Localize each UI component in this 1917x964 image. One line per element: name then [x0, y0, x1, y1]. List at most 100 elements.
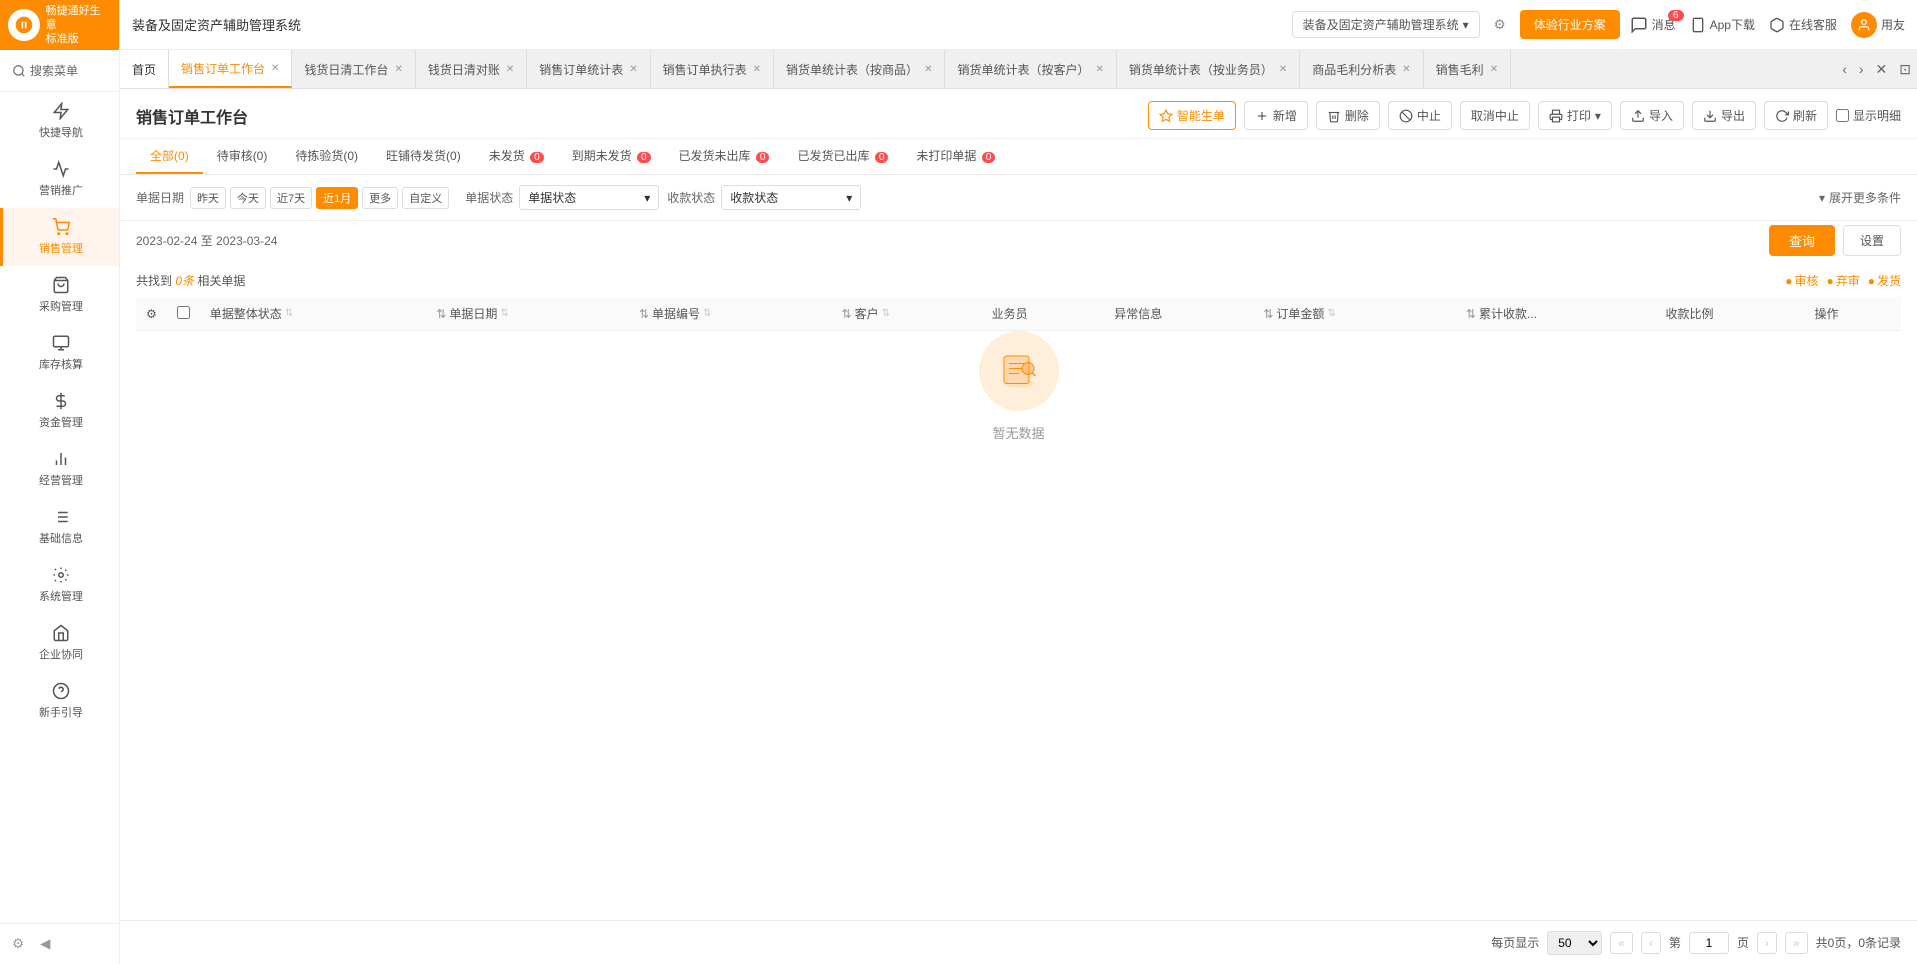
date-yesterday-btn[interactable]: 昨天 [190, 187, 226, 209]
col-collected-sort-icon[interactable]: ⇅ [1466, 307, 1476, 321]
col-customer-sort-icon[interactable]: ⇅ [842, 307, 852, 321]
tab-sales-stats[interactable]: 销售订单统计表 ✕ [527, 50, 650, 88]
print-button[interactable]: 打印 ▾ [1538, 101, 1612, 130]
tab-cash-reconcile-close[interactable]: ✕ [506, 64, 514, 75]
table-checkbox-header[interactable] [167, 297, 200, 331]
date-today-btn[interactable]: 今天 [230, 187, 266, 209]
smart-generate-button[interactable]: 智能生单 [1148, 101, 1236, 130]
sidebar-item-purchase[interactable]: 采购管理 [0, 266, 119, 324]
solution-button[interactable]: 体验行业方案 [1520, 10, 1620, 39]
prev-page-button[interactable]: ‹ [1641, 932, 1661, 954]
first-page-button[interactable]: « [1610, 932, 1633, 954]
page-number-input[interactable] [1689, 932, 1729, 954]
export-button[interactable]: 导出 [1692, 101, 1756, 130]
tab-sales-summary-customer-close[interactable]: ✕ [1095, 64, 1103, 75]
subtab-unprinted[interactable]: 未打印单据 0 [902, 139, 1009, 174]
col-customer-sort[interactable]: ⇅ [882, 308, 890, 319]
col-number-sort-icon[interactable]: ⇅ [639, 307, 649, 321]
tab-sales-summary-staff-close[interactable]: ✕ [1279, 64, 1287, 75]
subtab-shipped-not-out[interactable]: 已发货未出库 0 [665, 139, 784, 174]
add-button[interactable]: 新增 [1244, 101, 1308, 130]
col-date-sort-icon[interactable]: ⇅ [436, 307, 446, 321]
sidebar-item-enterprise[interactable]: 企业协同 [0, 614, 119, 672]
tab-product-margin-close[interactable]: ✕ [1402, 64, 1410, 75]
tab-product-margin[interactable]: 商品毛利分析表 ✕ [1300, 50, 1423, 88]
subtab-all[interactable]: 全部(0) [136, 139, 203, 174]
expand-filter-button[interactable]: ▾ 展开更多条件 [1819, 189, 1901, 206]
select-all-checkbox[interactable] [177, 306, 190, 319]
tab-menu-button[interactable]: ⊡ [1893, 57, 1917, 82]
sidebar-item-basic[interactable]: 基础信息 [0, 498, 119, 556]
user-menu-button[interactable]: 用友 [1851, 12, 1905, 38]
refresh-button[interactable]: 刷新 [1764, 101, 1828, 130]
subtab-unshipped[interactable]: 未发货 0 [475, 139, 558, 174]
col-date-sort[interactable]: ⇅ [500, 308, 508, 319]
date-1month-btn[interactable]: 近1月 [316, 187, 358, 209]
table-settings-header[interactable]: ⚙ [136, 297, 167, 331]
tab-prev-button[interactable]: ‹ [1836, 57, 1853, 81]
tab-close-all-button[interactable]: ✕ [1870, 57, 1894, 82]
last-page-button[interactable]: » [1785, 932, 1808, 954]
stop-button[interactable]: 中止 [1388, 101, 1452, 130]
sidebar-item-inventory[interactable]: 库存核算 [0, 324, 119, 382]
sidebar-item-operations[interactable]: 经营管理 [0, 440, 119, 498]
sidebar-item-marketing[interactable]: 营销推广 [0, 150, 119, 208]
tab-sales-gross[interactable]: 销售毛利 ✕ [1424, 50, 1511, 88]
online-service-button[interactable]: 在线客服 [1769, 16, 1837, 33]
tab-sales-summary-staff[interactable]: 销货单统计表（按业务员） ✕ [1117, 50, 1300, 88]
sidebar-item-quick-nav[interactable]: 快捷导航 [0, 92, 119, 150]
page-size-select[interactable]: 10 20 50 100 [1547, 931, 1602, 955]
tab-sales-gross-close[interactable]: ✕ [1490, 64, 1498, 75]
tab-sales-summary-product-close[interactable]: ✕ [924, 64, 932, 75]
payment-select[interactable]: 收款状态 ▾ [721, 185, 861, 210]
tab-home[interactable]: 首页 [120, 50, 169, 88]
tab-sales-summary-product[interactable]: 销货单统计表（按商品） ✕ [774, 50, 945, 88]
subtab-wangpu-ship[interactable]: 旺铺待发货(0) [372, 139, 475, 174]
settings-button[interactable]: 设置 [1843, 225, 1901, 256]
tab-sales-workbench[interactable]: 销售订单工作台 ✕ [169, 50, 292, 88]
tab-cash-daily[interactable]: 钱货日清工作台 ✕ [292, 50, 415, 88]
show-detail-checkbox[interactable] [1836, 109, 1849, 122]
tab-sales-summary-customer[interactable]: 销货单统计表（按客户） ✕ [945, 50, 1116, 88]
show-detail-checkbox-label[interactable]: 显示明细 [1836, 107, 1901, 124]
cancel-review-action-button[interactable]: ● 弃审 [1826, 272, 1859, 289]
tab-next-button[interactable]: › [1853, 57, 1870, 81]
col-amount-sort-icon[interactable]: ⇅ [1263, 307, 1273, 321]
tab-sales-exec[interactable]: 销售订单执行表 ✕ [651, 50, 774, 88]
collapse-sidebar-button[interactable]: ◀ [36, 932, 54, 956]
review-action-button[interactable]: ● 审核 [1785, 272, 1818, 289]
import-button[interactable]: 导入 [1620, 101, 1684, 130]
sidebar-item-sales[interactable]: 销售管理 [0, 208, 119, 266]
subtab-overdue-unshipped[interactable]: 到期未发货 0 [558, 139, 665, 174]
sidebar-item-system[interactable]: 系统管理 [0, 556, 119, 614]
cancel-stop-button[interactable]: 取消中止 [1460, 101, 1530, 130]
tab-cash-reconcile[interactable]: 钱货日清对账 ✕ [416, 50, 527, 88]
date-custom-btn[interactable]: 自定义 [402, 187, 449, 209]
search-menu-button[interactable]: 搜索菜单 [8, 58, 111, 83]
tab-sales-stats-close[interactable]: ✕ [629, 64, 637, 75]
status-select[interactable]: 单据状态 ▾ [519, 185, 659, 210]
topbar-gear-button[interactable]: ⚙ [1490, 13, 1510, 37]
system-select-button[interactable]: 装备及固定资产辅助管理系统 ▾ [1292, 11, 1480, 38]
query-button[interactable]: 查询 [1769, 225, 1835, 256]
date-more-btn[interactable]: 更多 [362, 187, 398, 209]
next-page-button[interactable]: › [1757, 932, 1777, 954]
settings-icon-button[interactable]: ⚙ [8, 932, 28, 956]
subtab-shipped-out[interactable]: 已发货已出库 0 [783, 139, 902, 174]
date-7days-btn[interactable]: 近7天 [270, 187, 312, 209]
tab-sales-workbench-close[interactable]: ✕ [271, 63, 279, 74]
messages-button[interactable]: 消息 6 [1630, 16, 1676, 34]
subtab-pending-check[interactable]: 待拣验货(0) [281, 139, 372, 174]
col-amount-sort[interactable]: ⇅ [1327, 308, 1335, 319]
sidebar-search-area[interactable]: 搜索菜单 [0, 50, 119, 92]
sidebar-item-guide[interactable]: 新手引导 [0, 672, 119, 730]
col-number-sort[interactable]: ⇅ [703, 308, 711, 319]
delete-button[interactable]: 删除 [1316, 101, 1380, 130]
subtab-pending-review[interactable]: 待审核(0) [203, 139, 282, 174]
ship-action-button[interactable]: ● 发货 [1868, 272, 1901, 289]
col-status-sort[interactable]: ⇅ [285, 308, 293, 319]
sidebar-item-finance[interactable]: 资金管理 [0, 382, 119, 440]
app-download-button[interactable]: App下载 [1690, 16, 1755, 33]
tab-cash-daily-close[interactable]: ✕ [394, 64, 402, 75]
tab-sales-exec-close[interactable]: ✕ [753, 64, 761, 75]
